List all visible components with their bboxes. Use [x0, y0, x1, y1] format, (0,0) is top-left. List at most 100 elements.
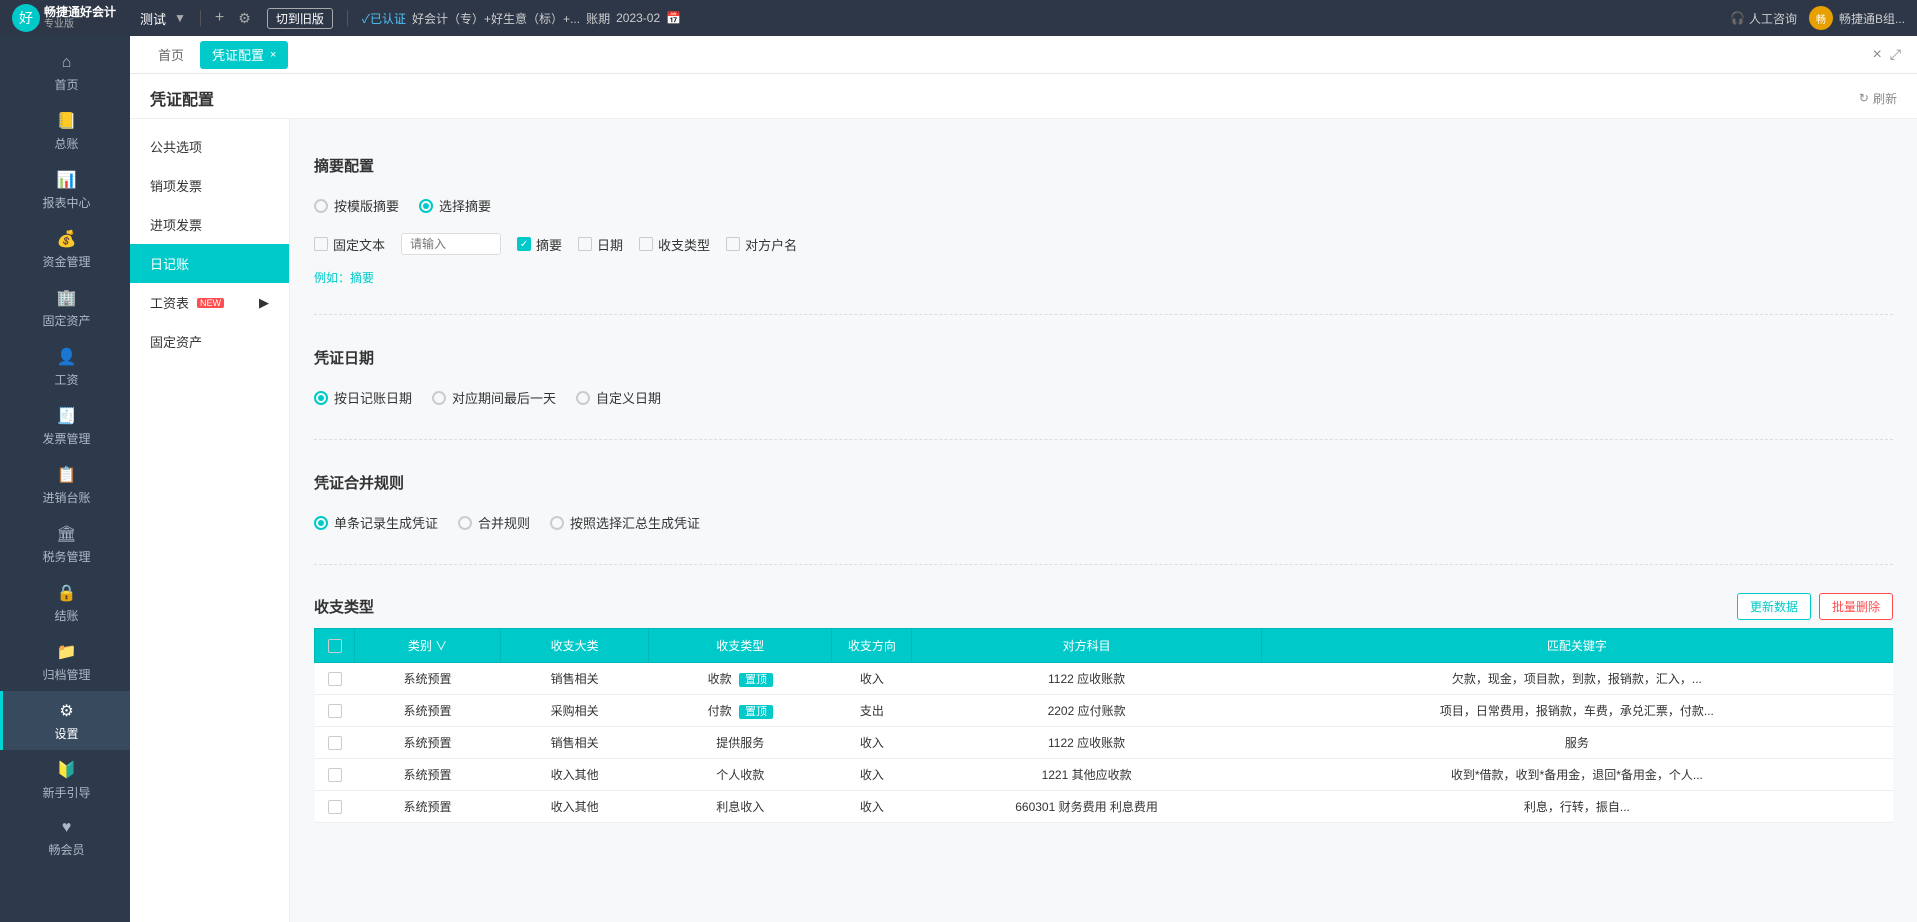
td-direction-4: 收入: [832, 759, 912, 791]
checkbox-type[interactable]: 收支类型: [639, 235, 710, 254]
tab-voucher-config-label: 凭证配置: [212, 45, 264, 64]
radio-period-last-circle: [432, 391, 446, 405]
divider1: [314, 314, 1893, 315]
radio-journal-date[interactable]: 按日记账日期: [314, 388, 412, 407]
left-menu-purchase[interactable]: 进项发票: [130, 205, 289, 244]
sidebar-item-guide[interactable]: 🔰 新手引导: [0, 750, 130, 809]
td-major-1: 销售相关: [501, 663, 649, 695]
sidebar-item-invoice-mgmt[interactable]: 🧾 发票管理: [0, 396, 130, 455]
switch-version-button[interactable]: 切到旧版: [267, 8, 333, 29]
settings-icon[interactable]: ⚙: [238, 10, 251, 27]
table-select-all[interactable]: [328, 639, 342, 653]
table-row: 系统预置 销售相关 提供服务 收入 1122 应收账款 服务: [315, 727, 1893, 759]
income-type-title: 收支类型: [314, 596, 374, 617]
radio-single[interactable]: 单条记录生成凭证: [314, 513, 438, 532]
top-bar-right: 🎧 人工咨询 畅 畅捷通B组...: [1730, 6, 1905, 30]
update-data-button[interactable]: 更新数据: [1737, 593, 1811, 620]
sidebar-item-general-ledger[interactable]: 📒 总账: [0, 101, 130, 160]
home-icon: ⌂: [62, 54, 72, 72]
sidebar-item-close[interactable]: 🔒 结账: [0, 573, 130, 632]
reset-tag-2[interactable]: 置顶: [739, 705, 773, 719]
batch-delete-button[interactable]: 批量删除: [1819, 593, 1893, 620]
sidebar-label-funds: 资金管理: [42, 253, 90, 270]
radio-merge[interactable]: 合并规则: [458, 513, 530, 532]
refresh-button[interactable]: ↻ 刷新: [1859, 90, 1897, 107]
divider2: [314, 439, 1893, 440]
sidebar: ⌂ 首页 📒 总账 📊 报表中心 💰 资金管理 🏢 固定资产 👤 工资 🧾 发票…: [0, 36, 130, 922]
checkbox-date[interactable]: 日期: [578, 235, 623, 254]
radio-select[interactable]: 选择摘要: [419, 196, 491, 215]
checkbox-summary[interactable]: ✓ 摘要: [517, 235, 562, 254]
add-icon[interactable]: +: [215, 9, 224, 27]
th-direction: 收支方向: [832, 629, 912, 663]
td-direction-1: 收入: [832, 663, 912, 695]
td-checkbox-1: [315, 663, 355, 695]
sidebar-item-home[interactable]: ⌂ 首页: [0, 44, 130, 101]
row4-checkbox[interactable]: [328, 768, 342, 782]
sidebar-item-settings[interactable]: ⚙ 设置: [0, 691, 130, 750]
switch-company-icon[interactable]: ▼: [174, 11, 186, 25]
window-expand-icon[interactable]: ⤢: [1890, 46, 1901, 63]
example-text: 例如：摘要: [314, 265, 1893, 290]
summary-section-title: 摘要配置: [314, 139, 1893, 188]
td-major-2: 采购相关: [501, 695, 649, 727]
sidebar-item-payroll[interactable]: 👤 工资: [0, 337, 130, 396]
radio-period-last[interactable]: 对应期间最后一天: [432, 388, 556, 407]
sidebar-item-reports[interactable]: 📊 报表中心: [0, 160, 130, 219]
radio-select-total[interactable]: 按照选择汇总生成凭证: [550, 513, 700, 532]
sidebar-item-archive[interactable]: 📁 归档管理: [0, 632, 130, 691]
tab-home[interactable]: 首页: [146, 41, 196, 69]
radio-select-circle: [419, 199, 433, 213]
td-keyword-4: 收到*借款，收到*备用金，退回*备用金，个人...: [1261, 759, 1892, 791]
reset-tag-1[interactable]: 置顶: [739, 673, 773, 687]
top-bar: 好 畅捷通好会计 专业版 测试 ▼ + ⚙ 切到旧版 ✓已认证 好会计（专）+好…: [0, 0, 1917, 36]
summary-checkbox: ✓: [517, 237, 531, 251]
fixed-text-input[interactable]: [401, 233, 501, 255]
left-menu-payroll[interactable]: 工资表 NEW ▶: [130, 283, 289, 322]
sidebar-item-purchase-sales[interactable]: 📋 进销台账: [0, 455, 130, 514]
td-keyword-5: 利息，行转，振自...: [1261, 791, 1892, 823]
headset-icon: 🎧: [1730, 11, 1745, 25]
type-checkbox: [639, 237, 653, 251]
sidebar-label-invoice-mgmt: 发票管理: [42, 430, 90, 447]
calendar-icon[interactable]: 📅: [666, 11, 681, 25]
row1-checkbox[interactable]: [328, 672, 342, 686]
left-menu-fixed[interactable]: 固定资产: [130, 322, 289, 361]
th-type: 收支类型: [649, 629, 832, 663]
td-keyword-1: 欠款，现金，项目款，到款，报销款，汇入，...: [1261, 663, 1892, 695]
purchase-icon: 📋: [57, 465, 77, 485]
sidebar-item-funds[interactable]: 💰 资金管理: [0, 219, 130, 278]
radio-custom-date[interactable]: 自定义日期: [576, 388, 661, 407]
company-name: 测试: [140, 9, 166, 28]
window-close-icon[interactable]: ×: [1872, 46, 1881, 64]
page-title: 凭证配置: [150, 86, 214, 110]
voucher-date-title: 凭证日期: [314, 331, 1893, 380]
checkbox-fixed-text[interactable]: 固定文本: [314, 235, 385, 254]
new-badge: NEW: [197, 298, 224, 308]
radio-template[interactable]: 按模版摘要: [314, 196, 399, 215]
sidebar-item-tax[interactable]: 🏛 税务管理: [0, 514, 130, 573]
row2-checkbox[interactable]: [328, 704, 342, 718]
row5-checkbox[interactable]: [328, 800, 342, 814]
checkbox-counterpart[interactable]: 对方户名: [726, 235, 797, 254]
tax-icon: 🏛: [56, 524, 76, 544]
tab-voucher-config[interactable]: 凭证配置 ×: [200, 41, 288, 69]
income-type-header: 收支类型 更新数据 批量删除: [314, 581, 1893, 628]
tab-close-icon[interactable]: ×: [270, 49, 276, 61]
td-category-3: 系统预置: [355, 727, 501, 759]
left-menu-journal[interactable]: 日记账: [130, 244, 289, 283]
sidebar-item-fixed-assets[interactable]: 🏢 固定资产: [0, 278, 130, 337]
logo-icon: 好: [12, 4, 40, 32]
divider: [200, 10, 201, 26]
archive-icon: 📁: [57, 642, 77, 662]
td-major-5: 收入其他: [501, 791, 649, 823]
date-checkbox: [578, 237, 592, 251]
user-area[interactable]: 畅 畅捷通B组...: [1809, 6, 1905, 30]
left-menu-public[interactable]: 公共选项: [130, 127, 289, 166]
consult-button[interactable]: 🎧 人工咨询: [1730, 10, 1797, 27]
period-label: 账期: [586, 10, 610, 27]
row3-checkbox[interactable]: [328, 736, 342, 750]
sidebar-label-settings: 设置: [54, 725, 78, 742]
sidebar-item-member[interactable]: ♥ 畅会员: [0, 809, 130, 866]
left-menu-sales[interactable]: 销项发票: [130, 166, 289, 205]
